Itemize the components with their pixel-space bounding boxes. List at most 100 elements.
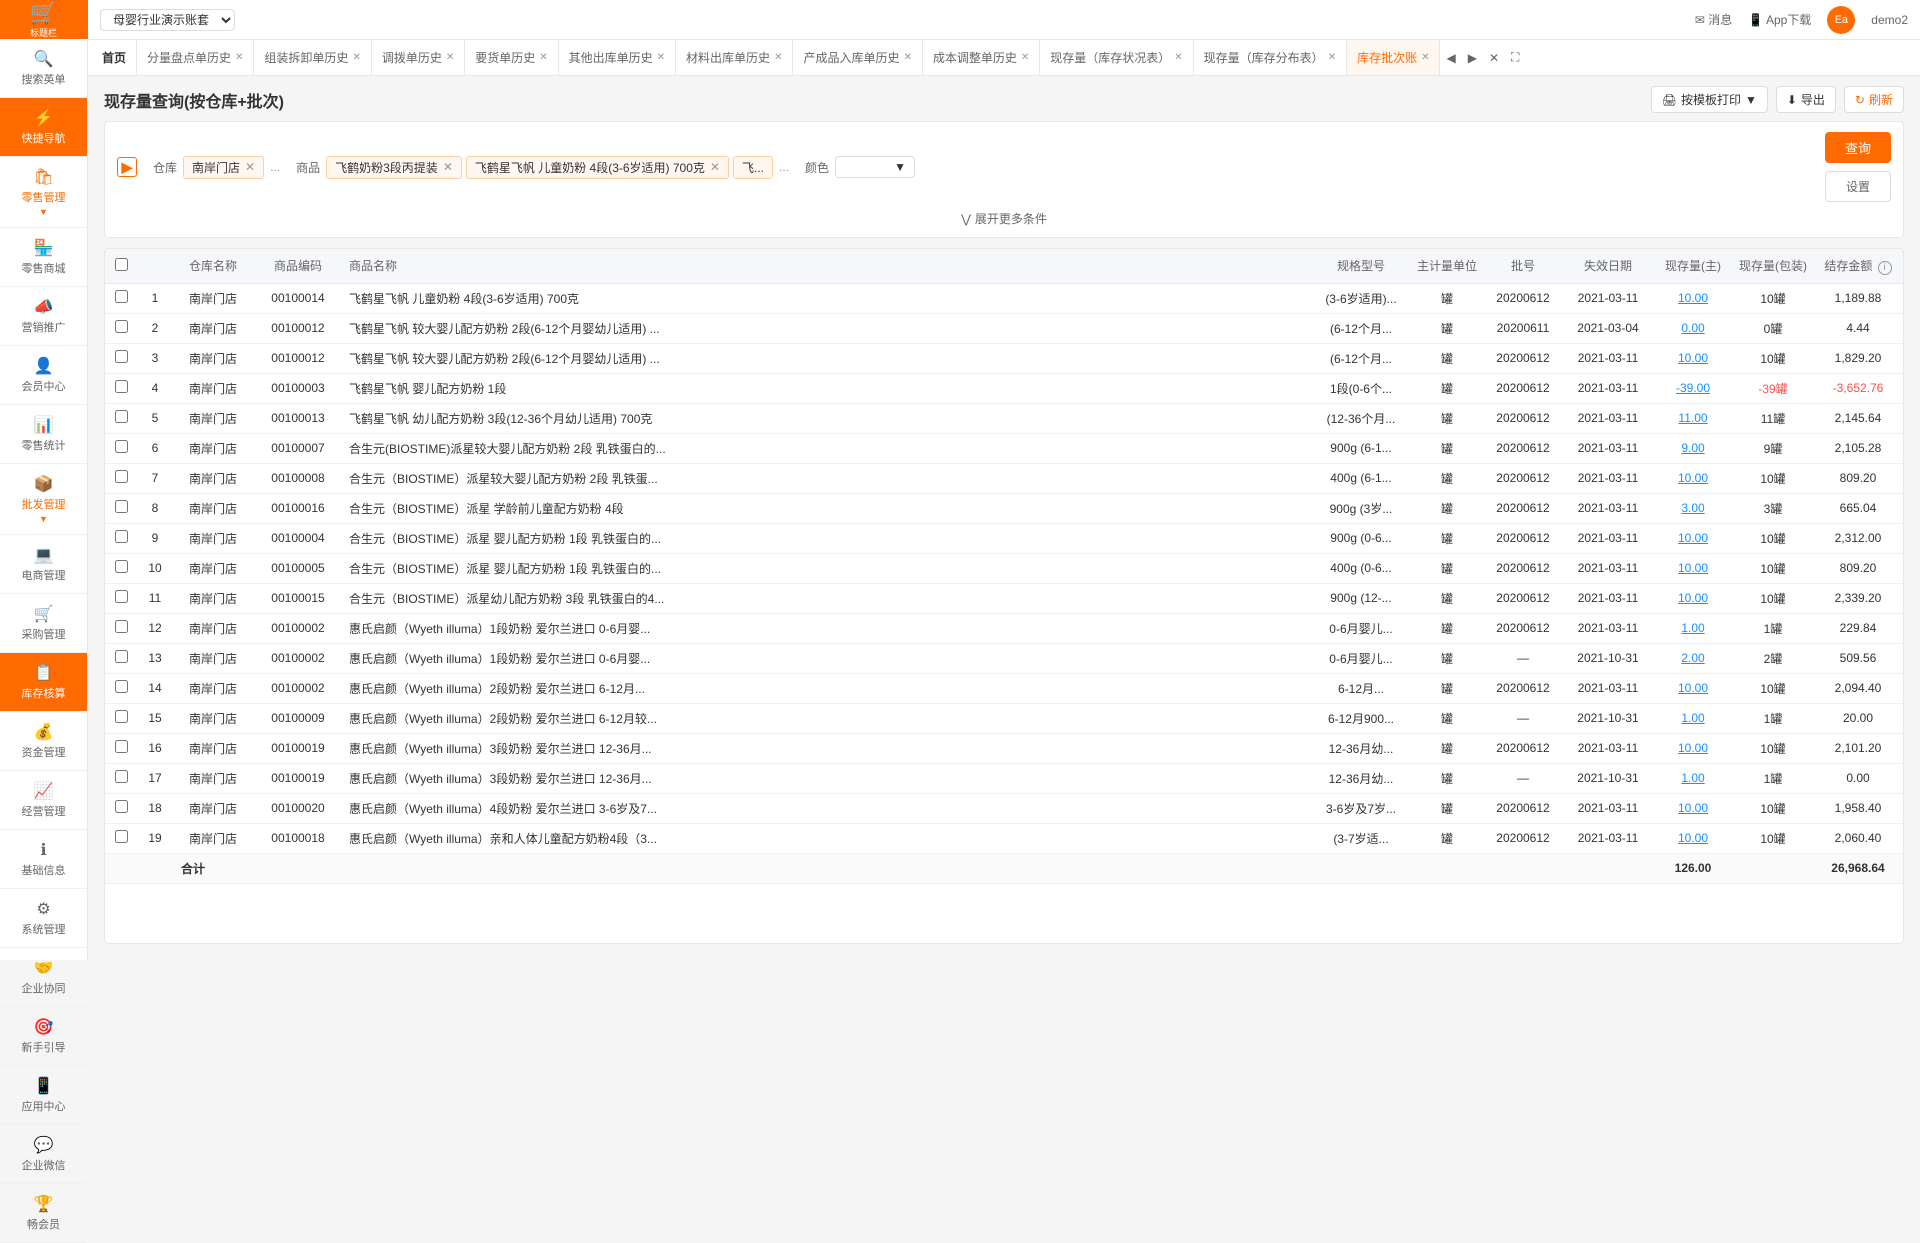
product-tag-1[interactable]: 飞鹤奶粉3段丙提装 ✕ — [326, 156, 462, 179]
export-button[interactable]: ⬇ 导出 — [1776, 86, 1836, 113]
row-qty-main[interactable]: 10.00 — [1653, 733, 1733, 763]
tab-close-icon[interactable]: ✕ — [352, 52, 360, 63]
warehouse-tag[interactable]: 南岸门店 ✕ — [183, 156, 264, 179]
sidebar-item-wholesale[interactable]: 📦 批发管理 ▼ — [0, 464, 87, 535]
tab-close-icon[interactable]: ✕ — [774, 52, 782, 63]
row-checkbox[interactable] — [115, 530, 128, 543]
row-qty-main[interactable]: 1.00 — [1653, 703, 1733, 733]
tab-close-icon[interactable]: ✕ — [903, 52, 911, 63]
tab-zuzhuangchaijie[interactable]: 组装拆卸单历史 ✕ — [254, 40, 371, 76]
balance-info-icon[interactable]: i — [1878, 261, 1892, 275]
sidebar-item-purchase[interactable]: 🛒 采购管理 — [0, 594, 87, 653]
sidebar-item-retail-stats[interactable]: 📊 零售统计 — [0, 405, 87, 464]
row-checkbox[interactable] — [115, 680, 128, 693]
row-qty-main[interactable]: 1.00 — [1653, 613, 1733, 643]
row-qty-main[interactable]: 10.00 — [1653, 793, 1733, 823]
username[interactable]: demo2 — [1871, 13, 1908, 27]
row-qty-main[interactable]: 10.00 — [1653, 463, 1733, 493]
row-qty-main[interactable]: 10.00 — [1653, 583, 1733, 613]
row-qty-main[interactable]: -39.00 — [1653, 373, 1733, 403]
refresh-button[interactable]: ↻ 刷新 — [1844, 86, 1904, 113]
tab-close-icon[interactable]: ✕ — [1421, 52, 1429, 63]
row-qty-main[interactable]: 0.00 — [1653, 313, 1733, 343]
product-tag-more[interactable]: 飞... — [733, 156, 773, 179]
warehouse-ellipsis[interactable]: ... — [270, 160, 280, 174]
tag-close-icon[interactable]: ✕ — [245, 160, 255, 174]
tab-close-icon[interactable]: ✕ — [539, 52, 547, 63]
sidebar-item-retail-mgmt[interactable]: 🛍 零售管理 ▼ — [0, 157, 87, 228]
tab-chanchengpin[interactable]: 产成品入库单历史 ✕ — [793, 40, 922, 76]
row-checkbox[interactable] — [115, 410, 128, 423]
row-qty-main[interactable]: 10.00 — [1653, 523, 1733, 553]
filter-expand-icon[interactable]: ▶ — [117, 157, 137, 177]
row-qty-main[interactable]: 11.00 — [1653, 403, 1733, 433]
sidebar-item-operations[interactable]: 📈 经营管理 — [0, 771, 87, 830]
row-checkbox[interactable] — [115, 830, 128, 843]
tab-chenben[interactable]: 成本调整单历史 ✕ — [923, 40, 1040, 76]
tab-home[interactable]: 首页 — [92, 40, 137, 76]
expand-more-conditions[interactable]: ⋁ 展开更多条件 — [117, 210, 1891, 227]
row-checkbox[interactable] — [115, 440, 128, 453]
row-qty-main[interactable]: 10.00 — [1653, 553, 1733, 583]
row-qty-main[interactable]: 10.00 — [1653, 823, 1733, 853]
sidebar-item-marketing[interactable]: 📣 营销推广 — [0, 287, 87, 346]
template-print-button[interactable]: 🖨 按模板打印 ▼ — [1651, 86, 1768, 113]
row-checkbox[interactable] — [115, 770, 128, 783]
row-qty-main[interactable]: 10.00 — [1653, 283, 1733, 313]
sidebar-item-basic-info[interactable]: ℹ 基础信息 — [0, 830, 87, 889]
sidebar-item-members[interactable]: 👤 会员中心 — [0, 346, 87, 405]
sidebar-item-search[interactable]: 🔍 搜索英单 — [0, 39, 87, 98]
row-qty-main[interactable]: 10.00 — [1653, 673, 1733, 703]
tab-close-icon[interactable]: ✕ — [1328, 52, 1336, 63]
tab-cailiaochuku[interactable]: 材料出库单历史 ✕ — [676, 40, 793, 76]
sidebar-item-newbie[interactable]: 🎯 新手引导 — [0, 1007, 87, 1066]
tab-fenliangpandian[interactable]: 分量盘点单历史 ✕ — [137, 40, 254, 76]
settings-button[interactable]: 设置 — [1825, 171, 1891, 202]
user-avatar[interactable]: Ea — [1827, 6, 1855, 34]
row-checkbox[interactable] — [115, 800, 128, 813]
sidebar-item-inventory[interactable]: 📋 库存核算 — [0, 653, 87, 712]
row-checkbox[interactable] — [115, 620, 128, 633]
select-all-checkbox[interactable] — [115, 258, 128, 271]
sidebar-item-vip[interactable]: 🏆 畅会员 — [0, 1184, 87, 1243]
sidebar-item-retail-shop[interactable]: 🏪 零售商城 — [0, 228, 87, 287]
row-qty-main[interactable]: 3.00 — [1653, 493, 1733, 523]
tab-close-icon[interactable]: ✕ — [446, 52, 454, 63]
tab-yaohuo[interactable]: 要货单历史 ✕ — [465, 40, 558, 76]
query-button[interactable]: 查询 — [1825, 132, 1891, 163]
tab-close-icon[interactable]: ✕ — [657, 52, 665, 63]
color-dropdown[interactable]: ▼ — [835, 156, 915, 178]
tab-nav-prev[interactable]: ◀ — [1440, 40, 1461, 76]
tab-xiancunliang-dist[interactable]: 现存量（库存分布表） ✕ — [1194, 40, 1347, 76]
tab-fullscreen[interactable]: ⛶ — [1505, 40, 1525, 76]
row-checkbox[interactable] — [115, 380, 128, 393]
sidebar-item-wecom[interactable]: 💬 企业微信 — [0, 1125, 87, 1184]
tab-close-icon[interactable]: ✕ — [235, 52, 243, 63]
row-qty-main[interactable]: 2.00 — [1653, 643, 1733, 673]
tab-diaobodandan[interactable]: 调拨单历史 ✕ — [372, 40, 465, 76]
row-checkbox[interactable] — [115, 560, 128, 573]
sidebar-item-system[interactable]: ⚙ 系统管理 — [0, 889, 87, 948]
tab-close-icon[interactable]: ✕ — [1174, 52, 1182, 63]
sidebar-item-finance[interactable]: 💰 资金管理 — [0, 712, 87, 771]
row-checkbox[interactable] — [115, 470, 128, 483]
product-tag-2[interactable]: 飞鹤星飞帆 儿童奶粉 4段(3-6岁适用) 700克 ✕ — [466, 156, 729, 179]
row-checkbox[interactable] — [115, 590, 128, 603]
tab-close-all[interactable]: ✕ — [1483, 40, 1505, 76]
tag-close-icon[interactable]: ✕ — [443, 160, 453, 174]
row-checkbox[interactable] — [115, 320, 128, 333]
tab-inventory-batch[interactable]: 库存批次账 ✕ — [1347, 40, 1440, 76]
row-checkbox[interactable] — [115, 500, 128, 513]
row-checkbox[interactable] — [115, 350, 128, 363]
tab-close-icon[interactable]: ✕ — [1021, 52, 1029, 63]
product-ellipsis[interactable]: ... — [779, 160, 789, 174]
row-qty-main[interactable]: 1.00 — [1653, 763, 1733, 793]
message-button[interactable]: ✉ 消息 — [1695, 11, 1732, 28]
sidebar-item-quicknav[interactable]: ⚡ 快捷导航 — [0, 98, 87, 157]
account-selector[interactable]: 母婴行业演示账套 — [100, 9, 235, 31]
tag-close-icon[interactable]: ✕ — [710, 160, 720, 174]
row-checkbox[interactable] — [115, 740, 128, 753]
row-qty-main[interactable]: 10.00 — [1653, 343, 1733, 373]
tab-xiancunliang-status[interactable]: 现存量（库存状况表） ✕ — [1040, 40, 1193, 76]
row-checkbox[interactable] — [115, 710, 128, 723]
